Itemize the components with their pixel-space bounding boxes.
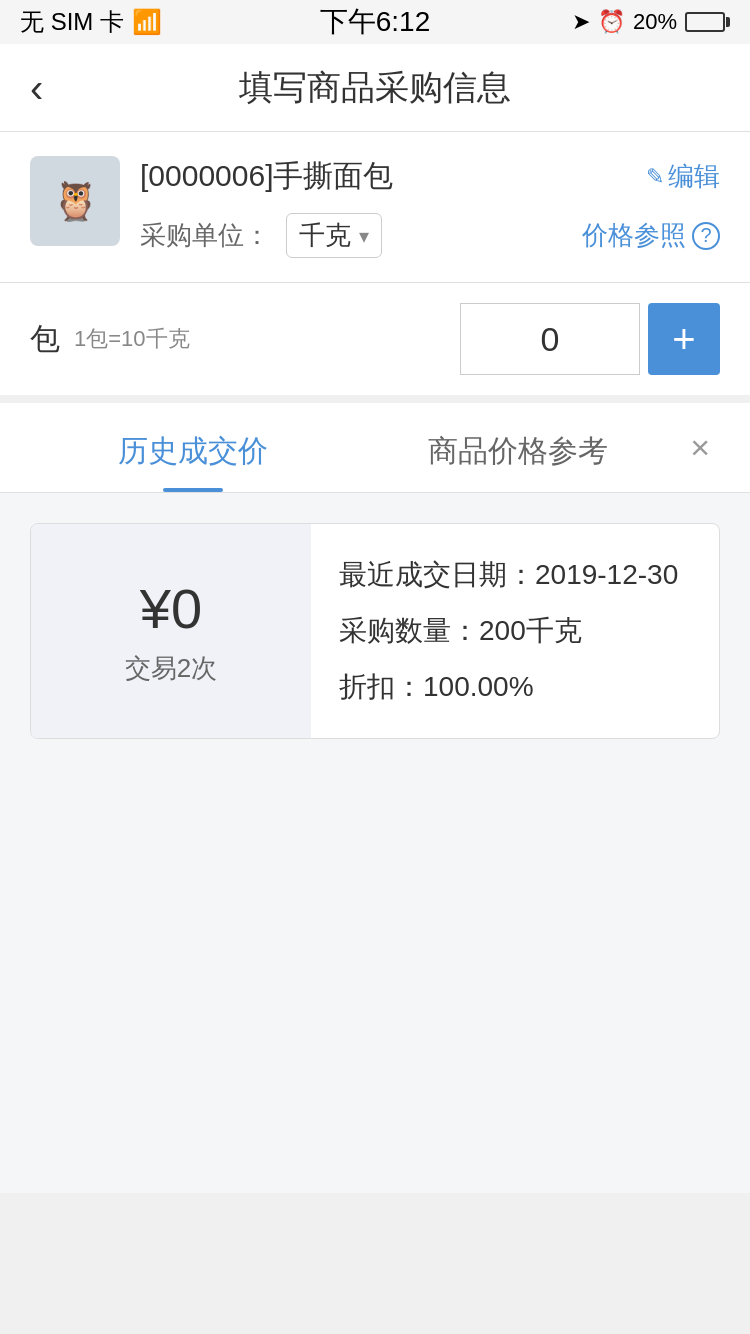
product-header: 🦉 [0000006]手撕面包 ✎ 编辑 采购单位： 千克 ▾ bbox=[30, 156, 720, 258]
qty-conversion: 1包=10千克 bbox=[74, 324, 190, 354]
unit-select[interactable]: 千克 ▾ bbox=[286, 213, 382, 258]
status-bar: 无 SIM 卡 📶 下午6:12 ➤ ⏰ 20% bbox=[0, 0, 750, 44]
price-ref-help-icon: ? bbox=[692, 222, 720, 250]
history-date-row: 最近成交日期：2019-12-30 bbox=[339, 554, 691, 596]
history-left: ¥0 交易2次 bbox=[31, 524, 311, 738]
qty-controls: 0 + bbox=[460, 303, 720, 375]
location-icon: ➤ bbox=[572, 9, 590, 35]
product-unit-row: 采购单位： 千克 ▾ 价格参照 ? bbox=[140, 213, 720, 258]
history-date-value: 2019-12-30 bbox=[535, 559, 678, 590]
battery-percent: 20% bbox=[633, 9, 677, 35]
chevron-down-icon: ▾ bbox=[359, 224, 369, 248]
product-thumb-icon: 🦉 bbox=[52, 179, 99, 223]
product-name: [0000006]手撕面包 bbox=[140, 156, 393, 197]
product-info: [0000006]手撕面包 ✎ 编辑 采购单位： 千克 ▾ 价格参照 ? bbox=[140, 156, 720, 258]
page-title: 填写商品采购信息 bbox=[239, 65, 511, 111]
history-discount-value: 100.00% bbox=[423, 671, 534, 702]
history-card: ¥0 交易2次 最近成交日期：2019-12-30 采购数量：200千克 折扣：… bbox=[30, 523, 720, 739]
battery-icon bbox=[685, 12, 730, 32]
tabs-row: 历史成交价 商品价格参考 × bbox=[0, 403, 750, 493]
edit-icon: ✎ bbox=[646, 164, 664, 190]
history-transactions: 交易2次 bbox=[125, 651, 217, 686]
tab-history-price[interactable]: 历史成交价 bbox=[30, 403, 355, 492]
product-card: 🦉 [0000006]手撕面包 ✎ 编辑 采购单位： 千克 ▾ bbox=[0, 132, 750, 283]
qty-value: 0 bbox=[541, 320, 560, 359]
status-time: 下午6:12 bbox=[320, 3, 431, 41]
tab-price-ref-label: 商品价格参考 bbox=[428, 434, 608, 467]
history-quantity-row: 采购数量：200千克 bbox=[339, 610, 691, 652]
status-right: ➤ ⏰ 20% bbox=[572, 9, 730, 35]
tab-active-underline bbox=[163, 488, 223, 492]
tab-close-button[interactable]: × bbox=[680, 428, 720, 467]
back-button[interactable]: ‹ bbox=[30, 68, 43, 108]
unit-value: 千克 bbox=[299, 218, 351, 253]
history-date-label: 最近成交日期： bbox=[339, 559, 535, 590]
quantity-bar: 包 1包=10千克 0 + bbox=[0, 283, 750, 403]
nav-bar: ‹ 填写商品采购信息 bbox=[0, 44, 750, 132]
unit-label: 采购单位： bbox=[140, 220, 270, 250]
history-discount-row: 折扣：100.00% bbox=[339, 666, 691, 708]
history-content: ¥0 交易2次 最近成交日期：2019-12-30 采购数量：200千克 折扣：… bbox=[0, 493, 750, 1193]
qty-unit: 包 bbox=[30, 319, 60, 360]
tab-history-label: 历史成交价 bbox=[118, 434, 268, 467]
history-qty-value: 200千克 bbox=[479, 615, 582, 646]
wifi-icon: 📶 bbox=[132, 8, 162, 36]
product-title-row: [0000006]手撕面包 ✎ 编辑 bbox=[140, 156, 720, 197]
history-qty-label: 采购数量： bbox=[339, 615, 479, 646]
unit-section: 采购单位： 千克 ▾ bbox=[140, 213, 382, 258]
edit-link[interactable]: ✎ 编辑 bbox=[646, 159, 720, 194]
qty-input[interactable]: 0 bbox=[460, 303, 640, 375]
price-ref-label: 价格参照 bbox=[582, 218, 686, 253]
product-thumbnail: 🦉 bbox=[30, 156, 120, 246]
history-price: ¥0 bbox=[140, 576, 202, 641]
no-sim-text: 无 SIM 卡 bbox=[20, 6, 124, 38]
price-reference-link[interactable]: 价格参照 ? bbox=[582, 218, 720, 253]
tab-product-price-ref[interactable]: 商品价格参考 bbox=[355, 403, 680, 492]
alarm-icon: ⏰ bbox=[598, 9, 625, 35]
history-right: 最近成交日期：2019-12-30 采购数量：200千克 折扣：100.00% bbox=[311, 524, 719, 738]
edit-label: 编辑 bbox=[668, 159, 720, 194]
qty-unit-label: 包 1包=10千克 bbox=[30, 319, 190, 360]
status-left: 无 SIM 卡 📶 bbox=[20, 6, 162, 38]
history-discount-label: 折扣： bbox=[339, 671, 423, 702]
qty-plus-button[interactable]: + bbox=[648, 303, 720, 375]
